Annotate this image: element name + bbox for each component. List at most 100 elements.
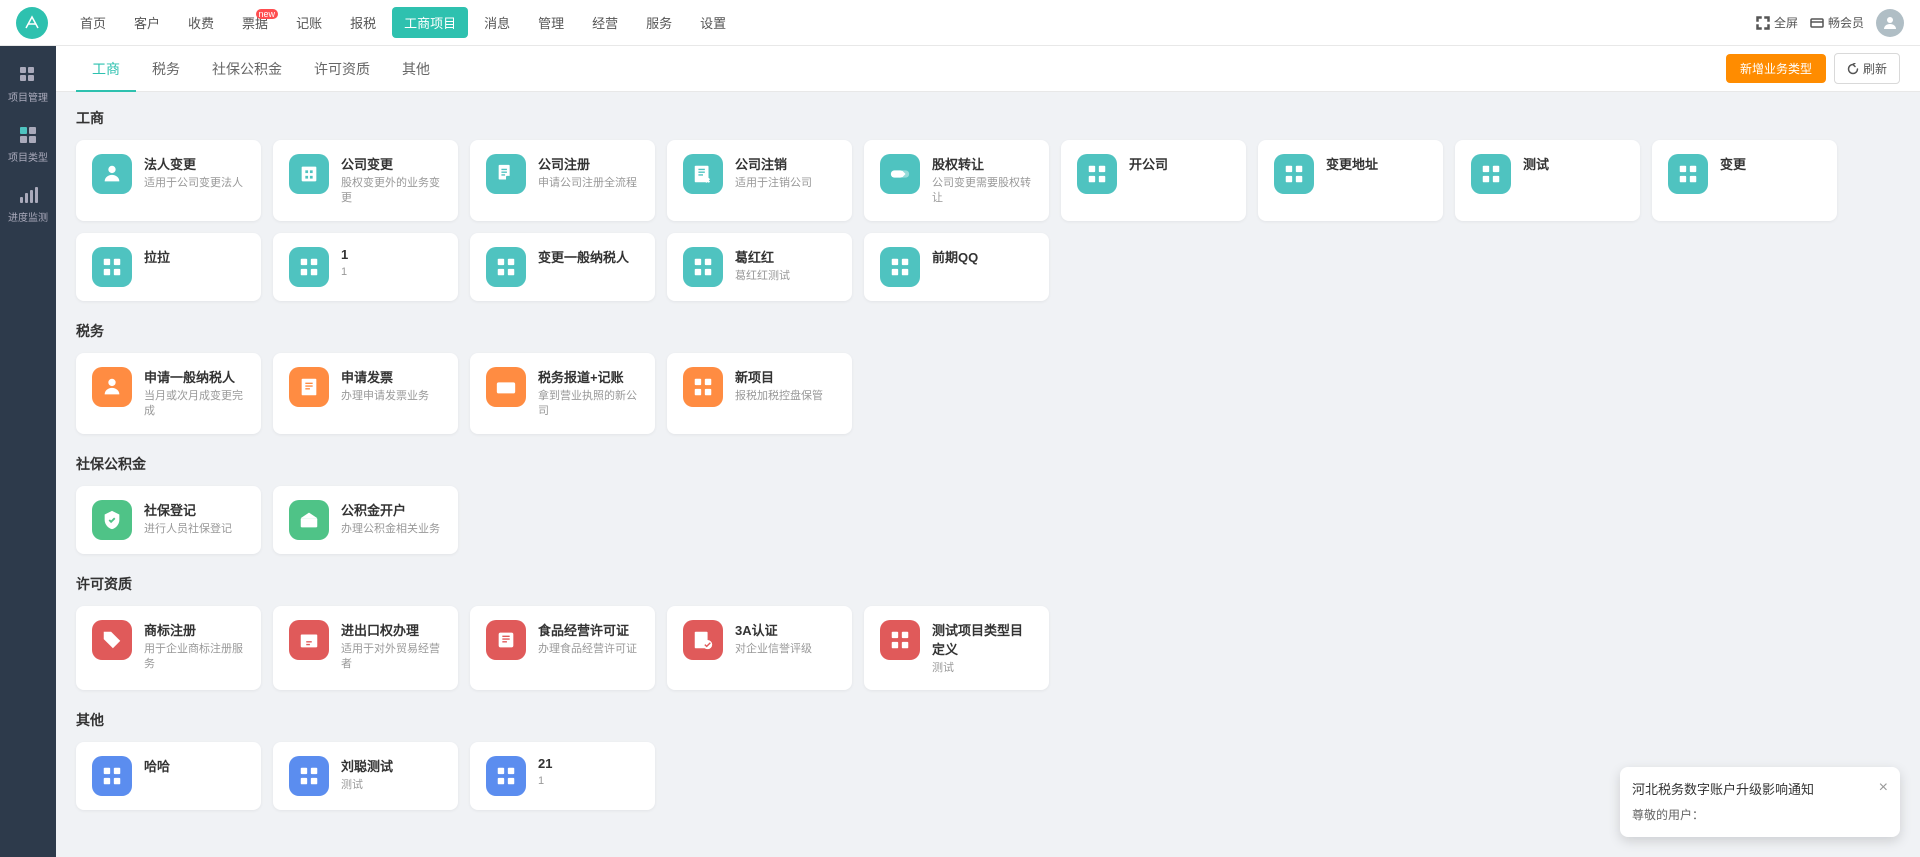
transfer-icon <box>880 154 920 194</box>
card-name: 前期QQ <box>932 247 1033 266</box>
card-商标注册[interactable]: 商标注册用于企业商标注册服务 <box>76 606 261 690</box>
card-name: 申请一般纳税人 <box>144 367 245 386</box>
grid-icon <box>683 367 723 407</box>
card-税务报道+记账[interactable]: 税务报道+记账拿到营业执照的新公司 <box>470 353 655 434</box>
nav-item-报税[interactable]: 报税 <box>338 7 388 38</box>
card-变更[interactable]: 变更 <box>1652 140 1837 221</box>
card-公司注销[interactable]: 公司注销适用于注销公司 <box>667 140 852 221</box>
nav-item-客户[interactable]: 客户 <box>122 7 172 38</box>
card-葛红红[interactable]: 葛红红葛红红测试 <box>667 233 852 301</box>
nav-item-票据[interactable]: 票据new <box>230 7 280 38</box>
card-desc: 测试 <box>341 778 442 793</box>
card-21[interactable]: 211 <box>470 742 655 810</box>
nav-item-服务[interactable]: 服务 <box>634 7 684 38</box>
card-法人变更[interactable]: 法人变更适用于公司变更法人 <box>76 140 261 221</box>
card-哈哈[interactable]: 哈哈 <box>76 742 261 810</box>
card-name: 开公司 <box>1129 154 1230 173</box>
building-icon <box>289 154 329 194</box>
grid-icon <box>486 756 526 796</box>
card-name: 测试项目类型目定义 <box>932 620 1033 658</box>
section-title-gongshang: 工商 <box>76 108 1900 128</box>
card-开公司[interactable]: 开公司 <box>1061 140 1246 221</box>
card-desc: 报税加税控盘保管 <box>735 389 836 404</box>
card-desc: 公司变更需要股权转让 <box>932 176 1033 207</box>
card-申请一般纳税人[interactable]: 申请一般纳税人当月或次月成变更完成 <box>76 353 261 434</box>
card-name: 股权转让 <box>932 154 1033 173</box>
notification-header: 河北税务数字账户升级影响通知 × <box>1632 779 1888 798</box>
sidebar-item-project-type[interactable]: 项目类型 <box>0 114 56 174</box>
card-1[interactable]: 11 <box>273 233 458 301</box>
card-刘聪测试[interactable]: 刘聪测试测试 <box>273 742 458 810</box>
card-desc: 办理公积金相关业务 <box>341 522 442 537</box>
card-测试[interactable]: 测试 <box>1455 140 1640 221</box>
nav-item-经营[interactable]: 经营 <box>580 7 630 38</box>
grid-icon <box>289 756 329 796</box>
food-icon <box>486 620 526 660</box>
card-新项目[interactable]: 新项目报税加税控盘保管 <box>667 353 852 434</box>
tab-gongshang[interactable]: 工商 <box>76 46 136 92</box>
cert-icon <box>683 620 723 660</box>
notification-close-button[interactable]: × <box>1879 779 1888 797</box>
section-title-shuiwu: 税务 <box>76 321 1900 341</box>
tab-shebao[interactable]: 社保公积金 <box>196 46 298 92</box>
grid-icon <box>1471 154 1511 194</box>
card-进出口权办理[interactable]: 进出口权办理适用于对外贸易经营者 <box>273 606 458 690</box>
grid-icon <box>683 247 723 287</box>
card-name: 哈哈 <box>144 756 245 775</box>
card-desc: 1 <box>538 774 639 789</box>
card-name: 测试 <box>1523 154 1624 173</box>
card-desc: 葛红红测试 <box>735 269 836 284</box>
tab-bar: 工商 税务 社保公积金 许可资质 其他 新增业务类型 <box>56 46 1920 92</box>
nav-item-设置[interactable]: 设置 <box>688 7 738 38</box>
card-desc: 适用于公司变更法人 <box>144 176 245 191</box>
card-社保登记[interactable]: 社保登记进行人员社保登记 <box>76 486 261 554</box>
bank-icon <box>289 500 329 540</box>
card-前期QQ[interactable]: 前期QQ <box>864 233 1049 301</box>
shuiwu-cards-grid: 申请一般纳税人当月或次月成变更完成申请发票办理申请发票业务税务报道+记账拿到营业… <box>76 353 1900 434</box>
page-content: 工商 法人变更适用于公司变更法人公司变更股权变更外的业务变更公司注册申请公司注册… <box>56 92 1920 846</box>
fullscreen-label: 全屏 <box>1774 14 1798 31</box>
card-食品经营许可证[interactable]: 食品经营许可证办理食品经营许可证 <box>470 606 655 690</box>
card-测试项目类型目定义[interactable]: 测试项目类型目定义测试 <box>864 606 1049 690</box>
card-公积金开户[interactable]: 公积金开户办理公积金相关业务 <box>273 486 458 554</box>
gongshang-cards-grid: 法人变更适用于公司变更法人公司变更股权变更外的业务变更公司注册申请公司注册全流程… <box>76 140 1900 301</box>
vip-button[interactable]: 畅会员 <box>1810 14 1864 31</box>
nav-item-收费[interactable]: 收费 <box>176 7 226 38</box>
notification-title: 河北税务数字账户升级影响通知 <box>1632 779 1814 798</box>
nav-item-记账[interactable]: 记账 <box>284 7 334 38</box>
card-name: 变更 <box>1720 154 1821 173</box>
card-desc: 适用于对外贸易经营者 <box>341 642 442 673</box>
card-变更地址[interactable]: 变更地址 <box>1258 140 1443 221</box>
xuke-cards-grid: 商标注册用于企业商标注册服务进出口权办理适用于对外贸易经营者食品经营许可证办理食… <box>76 606 1900 690</box>
sidebar-item-progress-monitor[interactable]: 进度监测 <box>0 174 56 234</box>
card-公司变更[interactable]: 公司变更股权变更外的业务变更 <box>273 140 458 221</box>
nav-item-消息[interactable]: 消息 <box>472 7 522 38</box>
nav-item-工商项目[interactable]: 工商项目 <box>392 7 468 38</box>
grid-icon <box>17 64 39 86</box>
card-变更一般纳税人[interactable]: 变更一般纳税人 <box>470 233 655 301</box>
section-title-xuke: 许可资质 <box>76 574 1900 594</box>
sidebar: 项目管理 项目类型 进度监测 <box>0 46 56 857</box>
refresh-button[interactable]: 刷新 <box>1834 53 1900 84</box>
card-拉拉[interactable]: 拉拉 <box>76 233 261 301</box>
card-申请发票[interactable]: 申请发票办理申请发票业务 <box>273 353 458 434</box>
card-公司注册[interactable]: 公司注册申请公司注册全流程 <box>470 140 655 221</box>
user-avatar[interactable] <box>1876 9 1904 37</box>
card-股权转让[interactable]: 股权转让公司变更需要股权转让 <box>864 140 1049 221</box>
nav-item-管理[interactable]: 管理 <box>526 7 576 38</box>
tab-shuiwu[interactable]: 税务 <box>136 46 196 92</box>
card-3A认证[interactable]: 3A认证对企业信誉评级 <box>667 606 852 690</box>
grid-icon <box>1077 154 1117 194</box>
money-icon <box>486 367 526 407</box>
new-type-button[interactable]: 新增业务类型 <box>1726 54 1826 83</box>
grid-icon <box>880 620 920 660</box>
fullscreen-button[interactable]: 全屏 <box>1756 14 1798 31</box>
tab-qita[interactable]: 其他 <box>386 46 446 92</box>
tab-xuke[interactable]: 许可资质 <box>298 46 386 92</box>
card-name: 商标注册 <box>144 620 245 639</box>
card-name: 变更地址 <box>1326 154 1427 173</box>
sidebar-item-project-management[interactable]: 项目管理 <box>0 54 56 114</box>
nav-item-首页[interactable]: 首页 <box>68 7 118 38</box>
card-name: 葛红红 <box>735 247 836 266</box>
card-desc: 用于企业商标注册服务 <box>144 642 245 673</box>
